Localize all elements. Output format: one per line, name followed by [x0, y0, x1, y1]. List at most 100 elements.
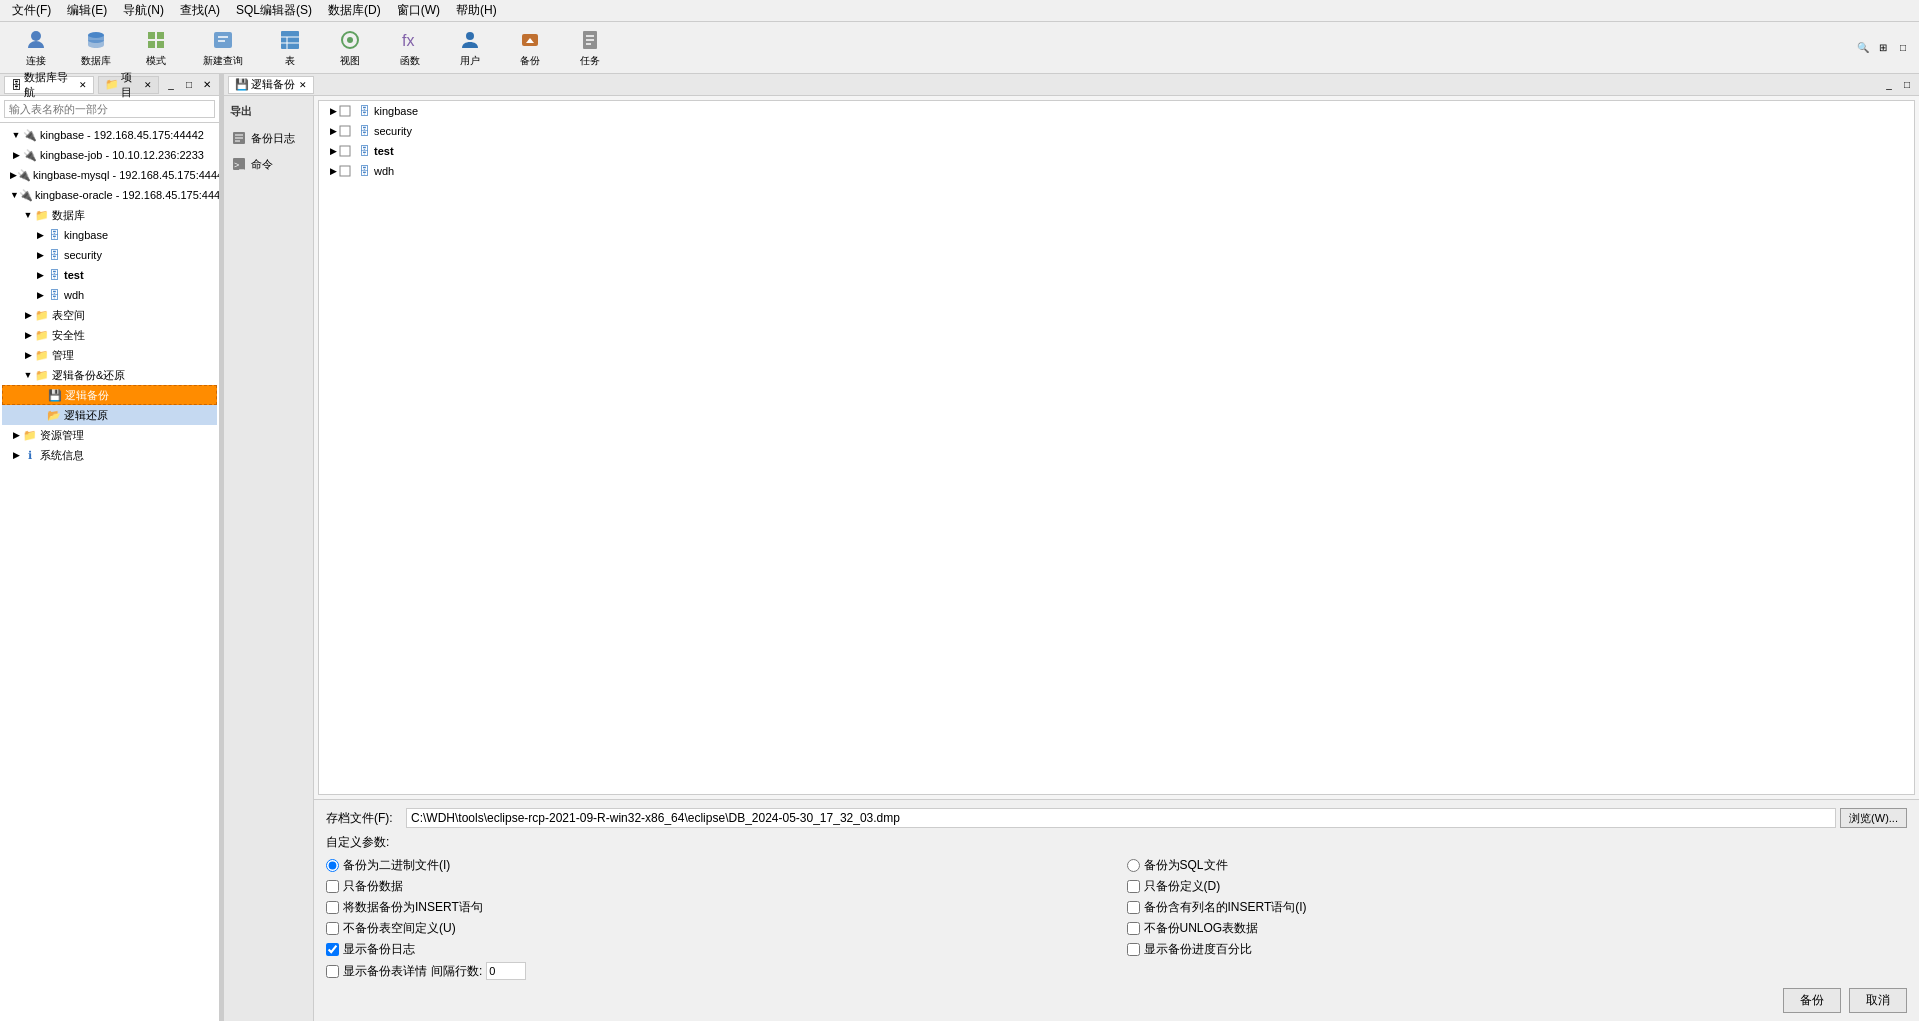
expand-arrow: ▶ [10, 149, 22, 161]
tree-item-kingbase-oracle[interactable]: ▼ 🔌 kingbase-oracle - 192.168.45.175:444… [2, 185, 217, 205]
tree-item-logical-restore[interactable]: 📂 逻辑还原 [2, 405, 217, 425]
checkbox-show-table-detail[interactable] [326, 965, 339, 978]
menu-help[interactable]: 帮助(H) [448, 0, 505, 21]
menu-find[interactable]: 查找(A) [172, 0, 228, 21]
interval-input[interactable] [486, 962, 526, 980]
tree-item-databases[interactable]: ▼ 📁 数据库 [2, 205, 217, 225]
right-options: 备份为SQL文件 只备份定义(D) 备份含有列名的INSERT语句(I) [1127, 857, 1908, 980]
folder-icon: 📁 [34, 307, 50, 323]
layout-icon[interactable]: ⊞ [1875, 40, 1891, 56]
tab-project[interactable]: 📁 项目 ✕ [98, 76, 159, 94]
tab-db-navigator[interactable]: 🗄 数据库导航 ✕ [4, 76, 94, 94]
tree-view-item-security[interactable]: ▶ 🗄 security [319, 121, 1914, 141]
menu-window[interactable]: 窗口(W) [389, 0, 448, 21]
minimize-right-icon[interactable]: _ [1881, 77, 1897, 93]
tv-db-icon: 🗄 [359, 165, 370, 177]
expand-arrow: ▼ [22, 369, 34, 381]
option-insert-cols-label: 备份含有列名的INSERT语句(I) [1144, 899, 1307, 916]
tree-item-db-security[interactable]: ▶ 🗄 security [2, 245, 217, 265]
tree-label-db-wdh: wdh [64, 289, 84, 301]
menu-file[interactable]: 文件(F) [4, 0, 59, 21]
maximize-right-icon[interactable]: □ [1899, 77, 1915, 93]
tree-item-system-info[interactable]: ▶ ℹ 系统信息 [2, 445, 217, 465]
tree-view-item-wdh[interactable]: ▶ 🗄 wdh [319, 161, 1914, 181]
checkbox-insert-cols[interactable] [1127, 901, 1140, 914]
tree-item-backup-restore[interactable]: ▼ 📁 逻辑备份&还原 [2, 365, 217, 385]
tree-view-item-kingbase[interactable]: ▶ 🗄 kingbase [319, 101, 1914, 121]
expand-arrow: ▼ [22, 209, 34, 221]
checkbox-show-log[interactable] [326, 943, 339, 956]
tab-logical-backup-close[interactable]: ✕ [299, 80, 307, 90]
tree-item-logical-backup[interactable]: 💾 逻辑备份 [2, 385, 217, 405]
maximize-panel-icon[interactable]: □ [181, 77, 197, 93]
toolbar-new-query[interactable]: 新建查询 [188, 26, 258, 70]
expand-arrow [34, 409, 46, 421]
tree-item-db-wdh[interactable]: ▶ 🗄 wdh [2, 285, 217, 305]
export-item-cmd[interactable]: >_ 命令 [226, 151, 311, 177]
tree-item-resource-manage[interactable]: ▶ 📁 资源管理 [2, 425, 217, 445]
checkbox-data-only[interactable] [326, 880, 339, 893]
tree-item-security[interactable]: ▶ 📁 安全性 [2, 325, 217, 345]
tree-item-kingbase[interactable]: ▼ 🔌 kingbase - 192.168.45.175:44442 [2, 125, 217, 145]
browse-button[interactable]: 浏览(W)... [1840, 808, 1907, 828]
toolbar-user[interactable]: 用户 [442, 26, 498, 70]
checkbox-no-tablespace[interactable] [326, 922, 339, 935]
content-area: 导出 备份日志 >_ 命令 [224, 96, 1919, 1021]
search-input[interactable] [4, 100, 215, 118]
checkbox-insert[interactable] [326, 901, 339, 914]
menu-db[interactable]: 数据库(D) [320, 0, 389, 21]
close-panel-icon[interactable]: ✕ [199, 77, 215, 93]
tree-label-databases: 数据库 [52, 208, 85, 223]
tab-project-close[interactable]: ✕ [144, 80, 152, 90]
tv-expand-arrow: ▶ [327, 145, 339, 157]
tv-label-security: security [374, 125, 412, 137]
tree-item-db-test[interactable]: ▶ 🗄 test [2, 265, 217, 285]
toolbar-table[interactable]: 表 [262, 26, 318, 70]
menu-sql[interactable]: SQL编辑器(S) [228, 0, 320, 21]
file-input[interactable] [406, 808, 1836, 828]
toolbar-view[interactable]: 视图 [322, 26, 378, 70]
query-icon [211, 28, 235, 52]
option-no-unlog: 不备份UNLOG表数据 [1127, 920, 1908, 937]
radio-binary[interactable] [326, 859, 339, 872]
toolbar-database[interactable]: 数据库 [68, 26, 124, 70]
cancel-button[interactable]: 取消 [1849, 988, 1907, 1013]
toolbar-task[interactable]: 任务 [562, 26, 618, 70]
file-label: 存档文件(F): [326, 810, 406, 827]
main-area: 🗄 数据库导航 ✕ 📁 项目 ✕ _ □ ✕ ▼ 🔌 king [0, 74, 1919, 1021]
toolbar-function[interactable]: fx 函数 [382, 26, 438, 70]
radio-sql[interactable] [1127, 859, 1140, 872]
view-icon [338, 28, 362, 52]
tree-item-tablespace[interactable]: ▶ 📁 表空间 [2, 305, 217, 325]
menu-nav[interactable]: 导航(N) [115, 0, 172, 21]
tab-logical-backup[interactable]: 💾 逻辑备份 ✕ [228, 76, 314, 94]
database-icon: 🗄 [46, 267, 62, 283]
tree-item-db-kingbase[interactable]: ▶ 🗄 kingbase [2, 225, 217, 245]
toolbar-function-label: 函数 [400, 54, 420, 68]
checkbox-no-unlog[interactable] [1127, 922, 1140, 935]
tree-item-kingbase-job[interactable]: ▶ 🔌 kingbase-job - 10.10.12.236:2233 [2, 145, 217, 165]
toolbar-backup[interactable]: 备份 [502, 26, 558, 70]
toolbar-schema[interactable]: 模式 [128, 26, 184, 70]
tree-view-item-test[interactable]: ▶ 🗄 test [319, 141, 1914, 161]
checkbox-def-only[interactable] [1127, 880, 1140, 893]
tree-item-manage[interactable]: ▶ 📁 管理 [2, 345, 217, 365]
tree-label-kingbase-oracle: kingbase-oracle - 192.168.45.175:44444 [35, 189, 219, 201]
option-sql: 备份为SQL文件 [1127, 857, 1908, 874]
svg-rect-2 [148, 32, 155, 39]
tab-db-navigator-close[interactable]: ✕ [79, 80, 87, 90]
tree-item-kingbase-mysql[interactable]: ▶ 🔌 kingbase-mysql - 192.168.45.175:4444… [2, 165, 217, 185]
connection-icon: 🔌 [22, 147, 38, 163]
expand-arrow [35, 389, 47, 401]
minimize-panel-icon[interactable]: _ [163, 77, 179, 93]
maximize-icon[interactable]: □ [1895, 40, 1911, 56]
option-no-tablespace-label: 不备份表空间定义(U) [343, 920, 456, 937]
checkbox-show-progress[interactable] [1127, 943, 1140, 956]
toolbar-table-label: 表 [285, 54, 295, 68]
backup-button[interactable]: 备份 [1783, 988, 1841, 1013]
menu-edit[interactable]: 编辑(E) [59, 0, 115, 21]
search-toolbar-icon[interactable]: 🔍 [1855, 40, 1871, 56]
toolbar-connect[interactable]: 连接 [8, 26, 64, 70]
export-item-log[interactable]: 备份日志 [226, 125, 311, 151]
tree-label-kingbase-mysql: kingbase-mysql - 192.168.45.175:44443 [33, 169, 219, 181]
